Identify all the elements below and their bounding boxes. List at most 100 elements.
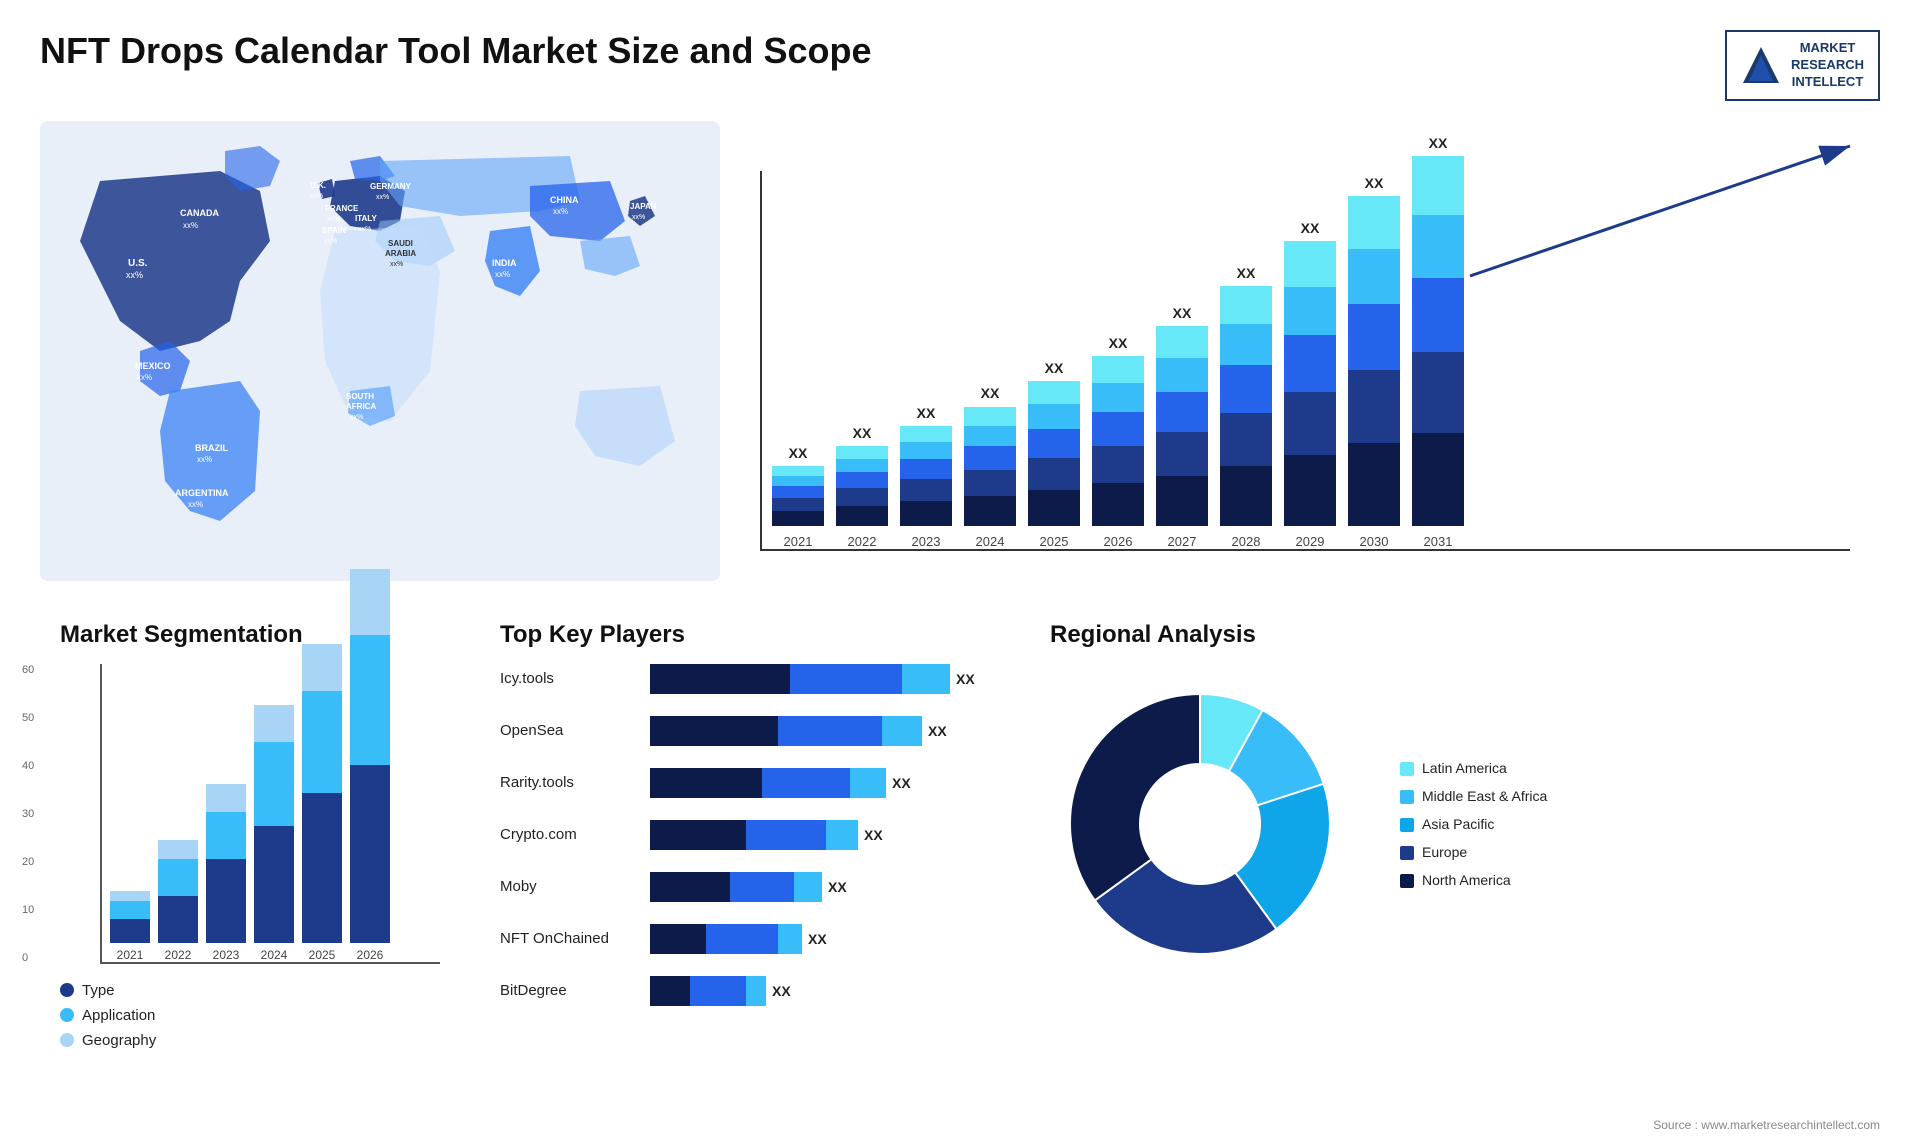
svg-text:JAPAN: JAPAN	[630, 202, 657, 211]
player-bar-seg-1	[778, 716, 882, 746]
bar-segment-1	[1412, 352, 1464, 433]
player-bar-seg-1	[706, 924, 778, 954]
player-bar	[650, 820, 858, 850]
bar-stack	[1156, 326, 1208, 526]
seg-bar-group-2023: 2023	[206, 784, 246, 962]
legend-item-type: Type	[60, 982, 440, 999]
player-name: Crypto.com	[500, 826, 640, 843]
svg-text:xx%: xx%	[188, 500, 203, 509]
bottom-row: Market Segmentation 6050403020100 202120…	[40, 611, 1880, 1081]
bar-group-2031: XX2031	[1412, 135, 1464, 549]
bar-chart-section: XX2021XX2022XX2023XX2024XX2025XX2026XX20…	[740, 121, 1880, 581]
seg-bar-stack	[350, 569, 390, 942]
regional-legend-label-4: North America	[1422, 872, 1511, 888]
player-name: Rarity.tools	[500, 774, 640, 791]
svg-text:xx%: xx%	[350, 414, 363, 421]
player-bar-seg-2	[882, 716, 922, 746]
player-name: BitDegree	[500, 982, 640, 999]
player-bar-seg-0	[650, 820, 746, 850]
bar-segment-2	[1220, 365, 1272, 413]
bar-segment-2	[900, 459, 952, 479]
logo: MARKET RESEARCH INTELLECT	[1725, 30, 1880, 101]
svg-text:xx%: xx%	[495, 270, 510, 279]
legend-item-geography: Geography	[60, 1032, 440, 1049]
bar-year-label: 2023	[912, 534, 941, 549]
bar-group-2028: XX2028	[1220, 265, 1272, 549]
player-bar-wrap: XX	[650, 820, 990, 850]
bar-segment-4	[900, 426, 952, 442]
svg-text:SAUDI: SAUDI	[388, 239, 413, 248]
bar-segment-1	[1156, 432, 1208, 476]
svg-text:U.K.: U.K.	[310, 181, 326, 190]
player-bar-wrap: XX	[650, 716, 990, 746]
seg-bar-seg-1	[110, 901, 150, 920]
player-bar	[650, 976, 766, 1006]
bar-label-top: XX	[1365, 175, 1384, 191]
donut-area: Latin America Middle East & Africa Asia Pa…	[1050, 664, 1860, 984]
bar-segment-0	[1092, 483, 1144, 526]
svg-text:INDIA: INDIA	[492, 258, 517, 268]
bar-segment-3	[1220, 324, 1272, 365]
svg-text:CANADA: CANADA	[180, 208, 219, 218]
bar-segment-0	[1284, 455, 1336, 526]
bar-label-top: XX	[917, 405, 936, 421]
legend-label: Type	[82, 982, 115, 999]
bar-stack	[964, 406, 1016, 526]
bar-year-label: 2021	[784, 534, 813, 549]
seg-bar-stack	[158, 840, 198, 943]
bar-label-top: XX	[1045, 360, 1064, 376]
seg-bar-group-2022: 2022	[158, 840, 198, 962]
player-bar-seg-0	[650, 716, 778, 746]
bar-segment-4	[772, 466, 824, 476]
bar-segment-3	[772, 476, 824, 486]
seg-bar-seg-2	[254, 705, 294, 742]
bar-year-label: 2027	[1168, 534, 1197, 549]
bar-segment-3	[964, 426, 1016, 446]
bar-segment-3	[1028, 404, 1080, 429]
bar-year-label: 2024	[976, 534, 1005, 549]
player-xx-label: XX	[928, 723, 947, 739]
regional-legend-swatch-0	[1400, 762, 1414, 776]
player-bar-seg-2	[902, 664, 950, 694]
svg-text:xx%: xx%	[137, 373, 152, 382]
bar-stack	[1220, 286, 1272, 526]
svg-text:BRAZIL: BRAZIL	[195, 443, 228, 453]
bar-year-label: 2030	[1360, 534, 1389, 549]
bar-stack	[1412, 156, 1464, 526]
bar-segment-0	[1348, 443, 1400, 526]
seg-bar-group-2021: 2021	[110, 891, 150, 961]
regional-legend-swatch-2	[1400, 818, 1414, 832]
regional-legend-label-0: Latin America	[1422, 760, 1507, 776]
player-bar-wrap: XX	[650, 768, 990, 798]
legend-dot-type	[60, 983, 74, 997]
bar-group-2024: XX2024	[964, 385, 1016, 549]
regional-legend-item-0: Latin America	[1400, 760, 1547, 776]
regional-legend-label-1: Middle East & Africa	[1422, 788, 1547, 804]
bar-group-2025: XX2025	[1028, 360, 1080, 549]
bar-segment-1	[1092, 446, 1144, 483]
page-title: NFT Drops Calendar Tool Market Size and …	[40, 30, 871, 72]
seg-bar-seg-0	[158, 896, 198, 943]
seg-y-labels: 6050403020100	[22, 664, 34, 964]
bar-segment-1	[1220, 413, 1272, 466]
player-bar	[650, 768, 886, 798]
legend-item-application: Application	[60, 1007, 440, 1024]
svg-text:MEXICO: MEXICO	[135, 361, 171, 371]
bar-segment-2	[1156, 392, 1208, 432]
player-xx-label: XX	[772, 983, 791, 999]
bar-group-2021: XX2021	[772, 445, 824, 549]
player-bar-seg-0	[650, 768, 762, 798]
bar-segment-4	[836, 446, 888, 459]
regional-legend-label-2: Asia Pacific	[1422, 816, 1494, 832]
svg-text:xx%: xx%	[197, 455, 212, 464]
bar-segment-3	[900, 442, 952, 459]
bar-group-2022: XX2022	[836, 425, 888, 549]
logo-text: MARKET RESEARCH INTELLECT	[1791, 40, 1864, 91]
svg-text:CHINA: CHINA	[550, 195, 579, 205]
bar-segment-3	[1348, 249, 1400, 305]
bar-segment-1	[1348, 370, 1400, 443]
segment-section: Market Segmentation 6050403020100 202120…	[40, 611, 460, 1081]
regional-legend-swatch-1	[1400, 790, 1414, 804]
bar-segment-2	[1412, 278, 1464, 352]
player-bar	[650, 716, 922, 746]
